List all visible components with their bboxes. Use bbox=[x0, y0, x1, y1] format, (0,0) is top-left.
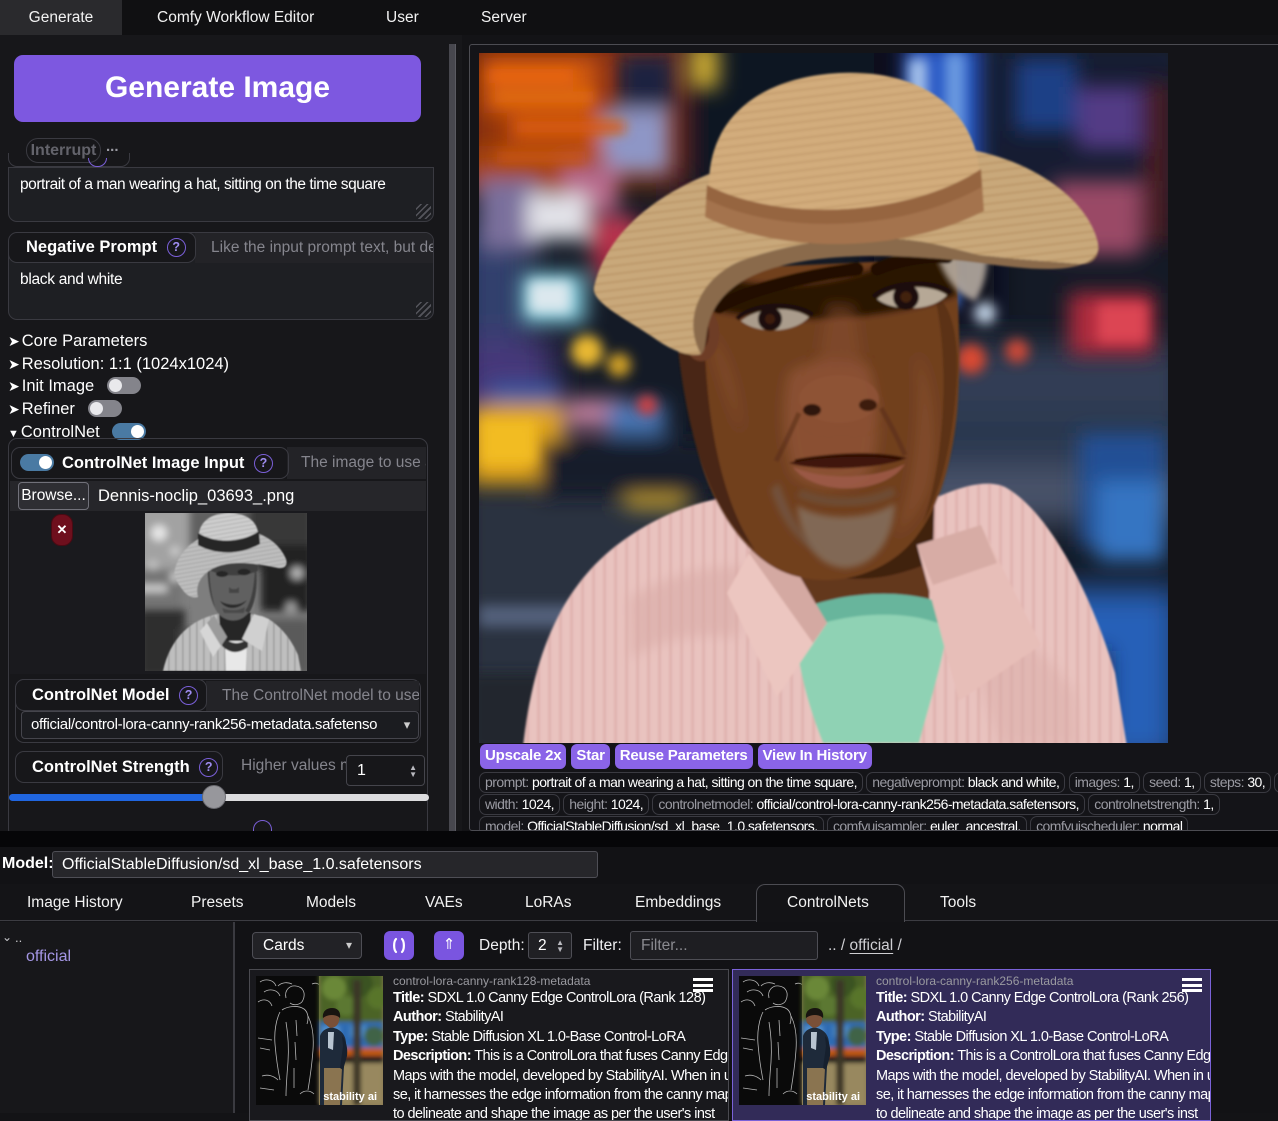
svg-text:stability ai: stability ai bbox=[806, 1091, 860, 1103]
svg-text:stability ai: stability ai bbox=[323, 1091, 377, 1103]
